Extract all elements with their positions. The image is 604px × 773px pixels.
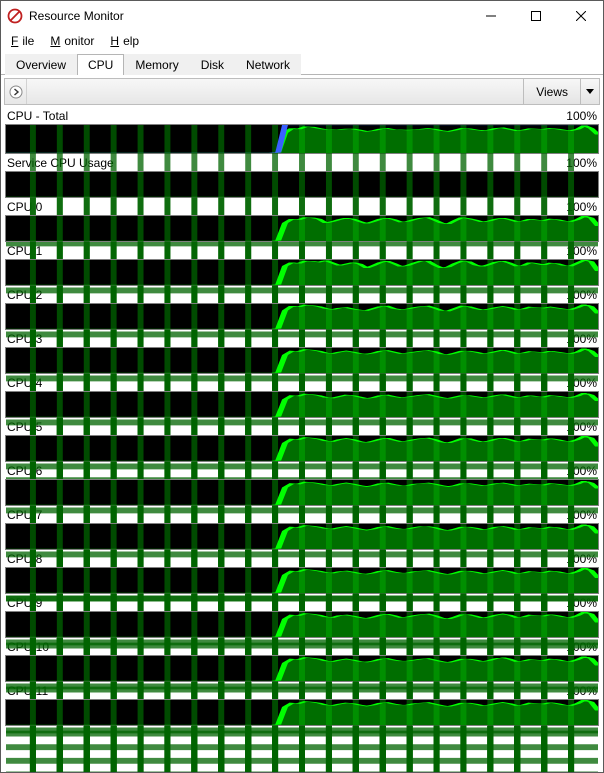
chart-scale: 100% [566, 508, 597, 522]
tab-disk[interactable]: Disk [190, 54, 235, 75]
chart-row: CPU 4 100% [5, 376, 599, 418]
expand-collapse-button[interactable] [5, 79, 27, 104]
chart-canvas [5, 567, 599, 594]
tab-strip: Overview CPU Memory Disk Network [1, 53, 603, 75]
chart-scale: 100% [566, 332, 597, 346]
section-header-bar: Views [4, 78, 600, 105]
chart-row: CPU 5 100% [5, 420, 599, 462]
views-label: Views [524, 79, 581, 104]
tab-network[interactable]: Network [235, 54, 301, 75]
views-button[interactable]: Views [523, 79, 599, 104]
chart-row: CPU 7 100% [5, 508, 599, 550]
chart-scale: 100% [566, 596, 597, 610]
menu-file[interactable]: File [7, 33, 42, 49]
chart-title: CPU 7 [7, 508, 42, 522]
chart-row: CPU 9 100% [5, 596, 599, 638]
chart-canvas [5, 435, 599, 462]
chart-scale: 100% [566, 244, 597, 258]
chart-title: CPU 9 [7, 596, 42, 610]
minimize-button[interactable] [468, 1, 513, 31]
chart-scale: 100% [566, 684, 597, 698]
chart-canvas [5, 391, 599, 418]
chart-row: CPU 10 100% [5, 640, 599, 682]
chart-title: CPU 1 [7, 244, 42, 258]
close-button[interactable] [558, 1, 603, 31]
chart-canvas [5, 699, 599, 726]
chart-canvas [5, 171, 599, 198]
chart-canvas [5, 611, 599, 638]
window-title: Resource Monitor [29, 9, 468, 23]
chart-canvas [5, 303, 599, 330]
chart-canvas [5, 523, 599, 550]
chart-title: Service CPU Usage [7, 156, 114, 170]
chart-row: CPU 6 100% [5, 464, 599, 506]
chart-title: CPU 11 [7, 684, 48, 698]
chart-row: CPU 11 100% [5, 684, 599, 726]
chart-title: CPU 0 [7, 200, 42, 214]
chart-row: Service CPU Usage 100% [5, 156, 599, 198]
chart-title: CPU - Total [7, 109, 68, 123]
chart-canvas [5, 124, 599, 154]
chart-scale: 100% [566, 552, 597, 566]
chart-scale: 100% [566, 376, 597, 390]
chart-canvas [5, 259, 599, 286]
chart-title: CPU 6 [7, 464, 42, 478]
titlebar[interactable]: Resource Monitor [1, 1, 603, 31]
app-icon [7, 8, 23, 24]
views-dropdown-arrow[interactable] [581, 79, 599, 104]
tab-overview[interactable]: Overview [5, 54, 77, 75]
chart-scale: 100% [566, 640, 597, 654]
chart-title: CPU 3 [7, 332, 42, 346]
chart-title: CPU 5 [7, 420, 42, 434]
chart-title: CPU 10 [7, 640, 49, 654]
chart-canvas [5, 655, 599, 682]
chart-title: CPU 4 [7, 376, 42, 390]
chart-canvas [5, 347, 599, 374]
chart-row: CPU 2 100% [5, 288, 599, 330]
charts-panel: CPU - Total 100% Service CPU Usage 100% … [1, 105, 603, 772]
tab-memory[interactable]: Memory [124, 54, 189, 75]
chart-scale: 100% [566, 109, 597, 123]
chart-row: CPU 8 100% [5, 552, 599, 594]
resource-monitor-window: Resource Monitor File Monitor Help Overv… [0, 0, 604, 773]
chart-canvas [5, 215, 599, 242]
chart-canvas [5, 479, 599, 506]
chart-title: CPU 2 [7, 288, 42, 302]
chart-title: CPU 8 [7, 552, 42, 566]
menu-help[interactable]: Help [106, 33, 147, 49]
chart-scale: 100% [566, 156, 597, 170]
menu-monitor[interactable]: Monitor [46, 33, 102, 49]
chart-scale: 100% [566, 200, 597, 214]
chart-row: CPU 3 100% [5, 332, 599, 374]
maximize-button[interactable] [513, 1, 558, 31]
chart-row: CPU 0 100% [5, 200, 599, 242]
chart-scale: 100% [566, 420, 597, 434]
chart-row: CPU 1 100% [5, 244, 599, 286]
chart-scale: 100% [566, 288, 597, 302]
menubar: File Monitor Help [1, 31, 603, 53]
chart-row: CPU - Total 100% [5, 109, 599, 154]
chart-scale: 100% [566, 464, 597, 478]
tab-cpu[interactable]: CPU [77, 54, 124, 75]
